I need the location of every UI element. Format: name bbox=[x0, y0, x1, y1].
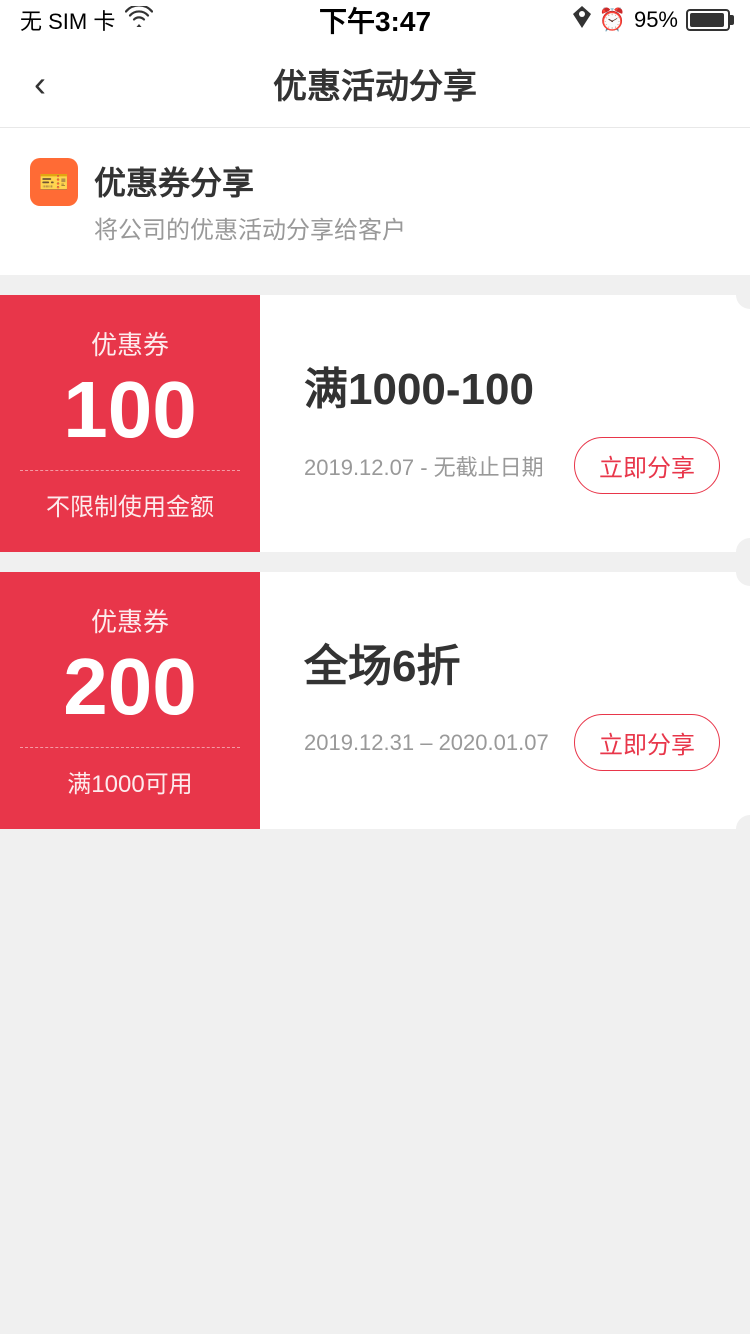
coupons-list: 优惠券 100 不限制使用金额 满1000-100 2019.12.07 - 无… bbox=[0, 295, 750, 849]
coupon-bottom-row-1: 2019.12.07 - 无截止日期 立即分享 bbox=[304, 437, 720, 494]
nav-bar: ‹ 优惠活动分享 bbox=[0, 40, 750, 128]
status-left: 无 SIM 卡 bbox=[20, 4, 153, 36]
coupon-date-1: 2019.12.07 - 无截止日期 bbox=[304, 450, 564, 482]
wifi-icon bbox=[125, 6, 153, 34]
status-right: ⏰ 95% bbox=[573, 6, 730, 34]
coupon-card-1: 优惠券 100 不限制使用金额 满1000-100 2019.12.07 - 无… bbox=[0, 295, 750, 552]
empty-space bbox=[0, 849, 750, 1249]
section-header: 🎫 优惠券分享 将公司的优惠活动分享给客户 bbox=[0, 128, 750, 275]
coupon-divider-2 bbox=[20, 747, 240, 748]
coupon-condition-1: 不限制使用金额 bbox=[46, 487, 214, 522]
share-button-2[interactable]: 立即分享 bbox=[574, 714, 720, 771]
section-subtitle: 将公司的优惠活动分享给客户 bbox=[94, 210, 406, 245]
coupon-name-2: 全场6折 bbox=[304, 630, 720, 694]
page-title: 优惠活动分享 bbox=[273, 59, 477, 108]
coupon-date-2: 2019.12.31 – 2020.01.07 bbox=[304, 730, 564, 756]
coupon-condition-2: 满1000可用 bbox=[67, 764, 192, 799]
coupon-left-2: 优惠券 200 满1000可用 bbox=[0, 572, 260, 829]
section-icon: 🎫 bbox=[30, 158, 78, 206]
coupon-card-2: 优惠券 200 满1000可用 全场6折 2019.12.31 – 2020.0… bbox=[0, 572, 750, 829]
coupon-left-1: 优惠券 100 不限制使用金额 bbox=[0, 295, 260, 552]
coupon-name-1: 满1000-100 bbox=[304, 353, 720, 417]
coupon-divider-1 bbox=[20, 470, 240, 471]
section-text-group: 优惠券分享 将公司的优惠活动分享给客户 bbox=[94, 158, 406, 245]
status-bar: 无 SIM 卡 下午3:47 ⏰ 95% bbox=[0, 0, 750, 40]
share-button-1[interactable]: 立即分享 bbox=[574, 437, 720, 494]
status-time: 下午3:47 bbox=[319, 0, 431, 40]
alarm-icon: ⏰ bbox=[599, 7, 626, 33]
section-title: 优惠券分享 bbox=[94, 158, 406, 204]
back-button[interactable]: ‹ bbox=[24, 53, 56, 115]
coupon-bottom-row-2: 2019.12.31 – 2020.01.07 立即分享 bbox=[304, 714, 720, 771]
coupon-right-1: 满1000-100 2019.12.07 - 无截止日期 立即分享 bbox=[260, 295, 750, 552]
coupon-amount-2: 200 bbox=[63, 647, 196, 727]
coupon-label-1: 优惠券 bbox=[91, 325, 169, 362]
coupon-amount-1: 100 bbox=[63, 370, 196, 450]
content-area: 🎫 优惠券分享 将公司的优惠活动分享给客户 优惠券 100 不限制使用金额 满1… bbox=[0, 128, 750, 1249]
coupon-label-2: 优惠券 bbox=[91, 602, 169, 639]
battery-icon bbox=[686, 9, 730, 31]
location-icon bbox=[573, 6, 591, 34]
carrier-text: 无 SIM 卡 bbox=[20, 4, 115, 36]
coupon-right-2: 全场6折 2019.12.31 – 2020.01.07 立即分享 bbox=[260, 572, 750, 829]
battery-percent: 95% bbox=[634, 7, 678, 33]
